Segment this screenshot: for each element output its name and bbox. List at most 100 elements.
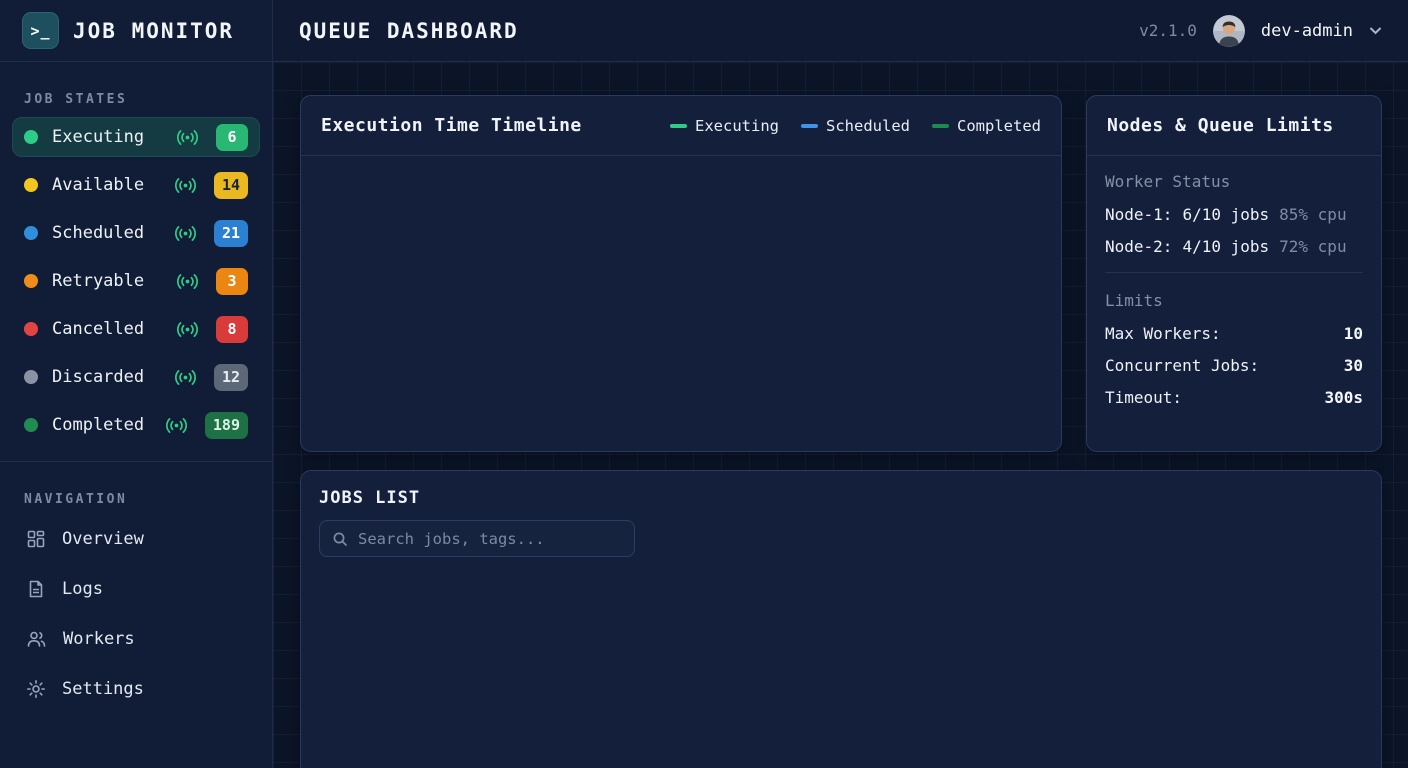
chart-title: Execution Time Timeline	[321, 115, 582, 136]
avatar[interactable]	[1212, 14, 1245, 47]
live-signal-icon	[164, 417, 189, 434]
terminal-icon: >_	[22, 12, 59, 49]
jobs-list-title: JOBS LIST	[319, 488, 421, 508]
state-label: Completed	[52, 415, 145, 435]
sidebar-item-logs[interactable]: Logs	[12, 567, 260, 611]
job-states-section-label: JOB STATES	[24, 92, 128, 107]
state-label: Scheduled	[52, 223, 145, 243]
limit-label: Timeout:	[1105, 388, 1183, 407]
gear-icon	[26, 679, 46, 699]
limits-list: Max Workers: 10 Concurrent Jobs: 30 Time…	[1105, 324, 1363, 407]
sidebar-state-item[interactable]: Executing 6	[12, 117, 260, 157]
jobs-list-card: JOBS LIST	[300, 470, 1382, 768]
state-count-badge: 3	[216, 267, 248, 295]
legend-swatch	[670, 123, 687, 128]
node-name: Node-1:	[1105, 205, 1173, 224]
node-cpu: 72% cpu	[1279, 237, 1347, 256]
limit-row: Max Workers: 10	[1105, 324, 1363, 343]
live-signal-icon	[173, 369, 198, 386]
state-count-badge: 189	[204, 411, 248, 439]
state-dot	[24, 274, 38, 288]
nodes-card-title: Nodes & Queue Limits	[1107, 115, 1334, 136]
state-count-badge: 8	[216, 315, 248, 343]
node-name: Node-2:	[1105, 237, 1173, 256]
state-label: Retryable	[52, 271, 145, 291]
sidebar-state-item[interactable]: Retryable 3	[12, 261, 260, 301]
nav-label: Overview	[62, 529, 144, 549]
node-cpu: 85% cpu	[1279, 205, 1347, 224]
node-status-row: Node-1: 6/10 jobs 85% cpu	[1105, 205, 1363, 224]
legend-item: Completed	[932, 117, 1041, 135]
state-dot	[24, 226, 38, 240]
sidebar-state-item[interactable]: Available 14	[12, 165, 260, 205]
execution-timeline-card: Execution Time Timeline Executing Schedul…	[300, 95, 1062, 452]
live-signal-icon	[175, 129, 200, 146]
sidebar-state-item[interactable]: Cancelled 8	[12, 309, 260, 349]
legend-swatch	[932, 123, 949, 128]
live-signal-icon	[173, 225, 198, 242]
job-states-list: Executing 6 Available 14 Scheduled 21 Re…	[0, 117, 272, 445]
live-signal-icon	[175, 273, 200, 290]
chart-legend: Executing Scheduled Completed	[670, 117, 1041, 135]
limit-value: 300s	[1324, 388, 1363, 407]
state-count-badge: 6	[216, 123, 248, 151]
state-count-badge: 21	[213, 219, 248, 247]
limit-value: 30	[1343, 356, 1363, 375]
legend-item: Scheduled	[801, 117, 910, 135]
search-input[interactable]	[358, 529, 622, 548]
nav-label: Settings	[62, 679, 144, 699]
state-dot	[24, 418, 38, 432]
app-logo: >_ JOB MONITOR	[0, 0, 272, 62]
limit-label: Max Workers:	[1105, 324, 1221, 343]
state-dot	[24, 130, 38, 144]
state-label: Discarded	[52, 367, 145, 387]
state-label: Executing	[52, 127, 145, 147]
nav-label: Workers	[63, 629, 135, 649]
limit-row: Concurrent Jobs: 30	[1105, 356, 1363, 375]
sidebar-state-item[interactable]: Discarded 12	[12, 357, 260, 397]
legend-swatch	[801, 123, 818, 128]
node-jobs: 4/10 jobs	[1182, 237, 1270, 256]
timeline-chart	[301, 156, 1061, 160]
node-jobs: 6/10 jobs	[1182, 205, 1270, 224]
node-status-row: Node-2: 4/10 jobs 72% cpu	[1105, 237, 1363, 256]
limit-value: 10	[1343, 324, 1363, 343]
sidebar-item-overview[interactable]: Overview	[12, 517, 260, 561]
limit-row: Timeout: 300s	[1105, 388, 1363, 407]
live-signal-icon	[173, 177, 198, 194]
user-menu[interactable]: dev-admin	[1261, 21, 1353, 41]
page-title: QUEUE DASHBOARD	[299, 18, 519, 43]
state-dot	[24, 370, 38, 384]
grid-icon	[26, 529, 46, 549]
main-content: Execution Time Timeline Executing Schedul…	[273, 62, 1408, 768]
search-box	[319, 520, 635, 557]
top-bar: QUEUE DASHBOARD v2.1.0 dev-admin	[273, 0, 1408, 62]
navigation-list: Overview Logs Workers Settings	[0, 517, 272, 711]
live-signal-icon	[175, 321, 200, 338]
limits-label: Limits	[1105, 291, 1163, 310]
limit-label: Concurrent Jobs:	[1105, 356, 1260, 375]
sidebar-item-workers[interactable]: Workers	[12, 617, 260, 661]
state-label: Available	[52, 175, 145, 195]
chevron-down-icon[interactable]	[1369, 26, 1382, 35]
state-count-badge: 12	[213, 363, 248, 391]
nodes-queue-limits-card: Nodes & Queue Limits Worker Status Node-…	[1086, 95, 1382, 452]
sidebar-state-item[interactable]: Completed 189	[12, 405, 260, 445]
nav-label: Logs	[62, 579, 103, 599]
sidebar-item-settings[interactable]: Settings	[12, 667, 260, 711]
app-title: JOB MONITOR	[73, 18, 235, 43]
navigation-section-label: NAVIGATION	[24, 492, 128, 507]
search-icon	[332, 531, 348, 547]
version-label: v2.1.0	[1139, 21, 1197, 40]
state-label: Cancelled	[52, 319, 145, 339]
legend-item: Executing	[670, 117, 779, 135]
state-dot	[24, 178, 38, 192]
sidebar: >_ JOB MONITOR JOB STATES Executing 6 Av…	[0, 0, 273, 768]
sidebar-state-item[interactable]: Scheduled 21	[12, 213, 260, 253]
state-dot	[24, 322, 38, 336]
worker-status-label: Worker Status	[1105, 172, 1231, 191]
worker-status-list: Node-1: 6/10 jobs 85% cpu Node-2: 4/10 j…	[1105, 205, 1363, 256]
nodes-divider	[1105, 272, 1363, 273]
state-count-badge: 14	[213, 171, 248, 199]
users-icon	[26, 629, 47, 649]
